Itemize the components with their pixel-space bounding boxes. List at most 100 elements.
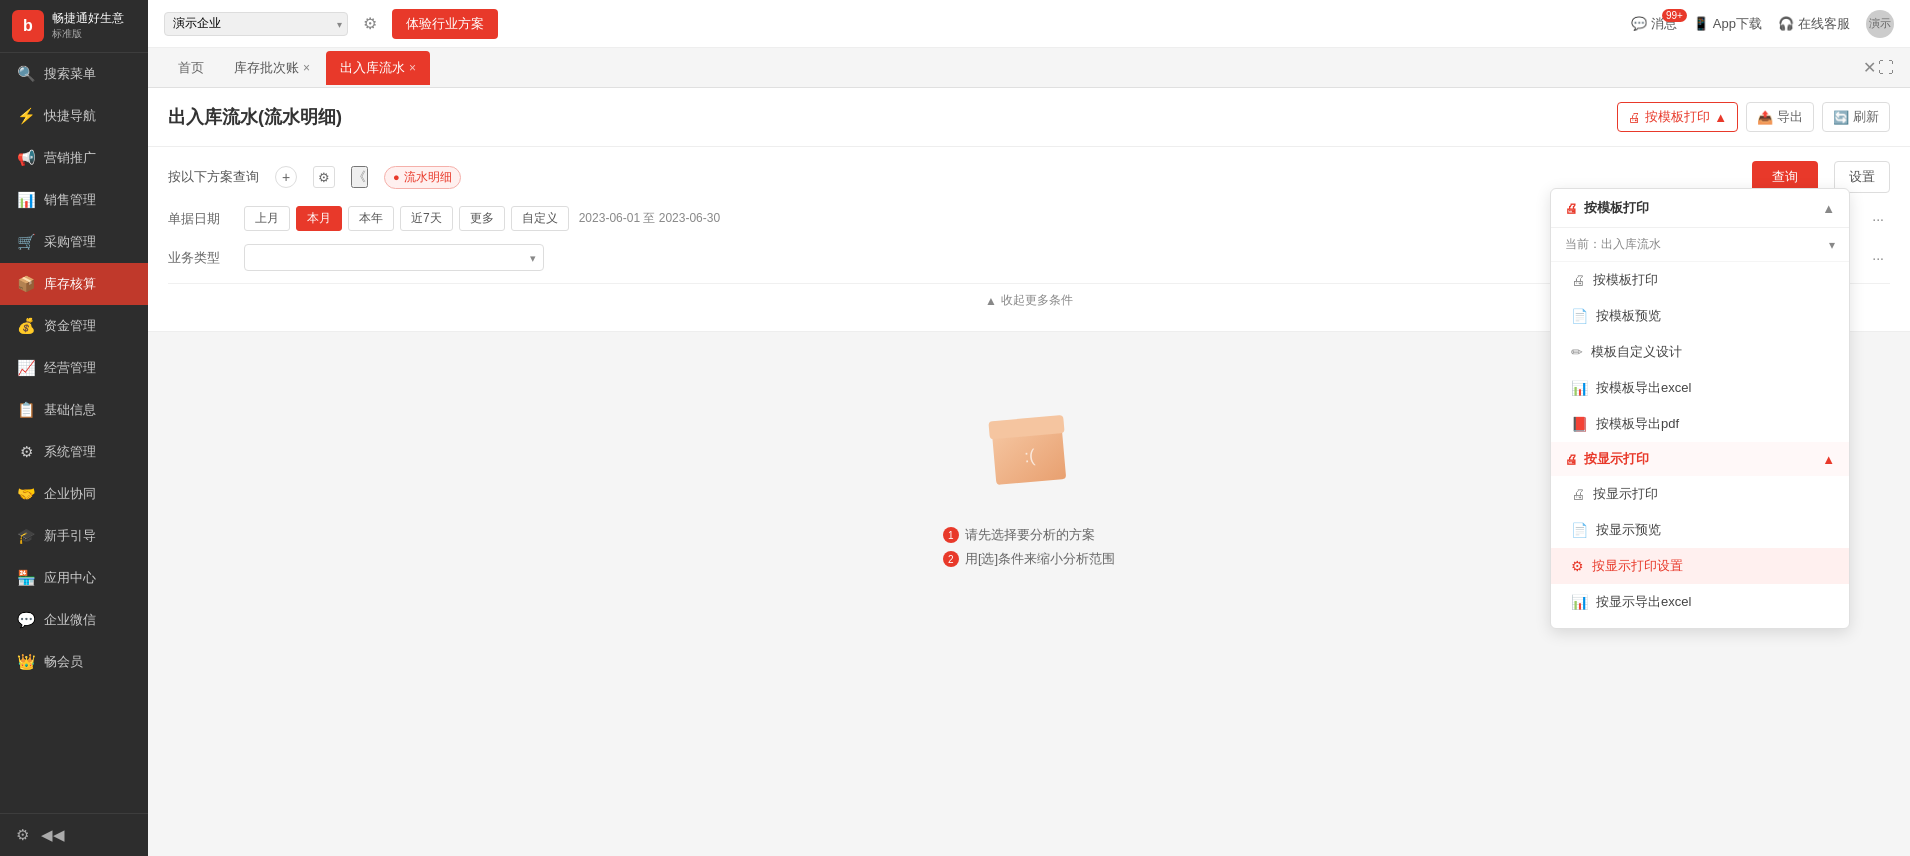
date-this-year[interactable]: 本年 (348, 206, 394, 231)
template-preview-icon: 📄 (1571, 308, 1588, 324)
collapse-sidebar-icon[interactable]: ◀◀ (41, 826, 65, 844)
dropdown-template-preview[interactable]: 📄 按模板预览 (1551, 298, 1849, 334)
tab-inventory-batch-close[interactable]: × (303, 61, 310, 75)
sidebar-item-member[interactable]: 👑 畅会员 (0, 641, 148, 683)
dropdown-scrollable: 当前：出入库流水 ▾ 🖨 按模板打印 📄 按模板预览 ✏ 模板自定义设计 📊 (1551, 228, 1849, 628)
dropdown-template-custom[interactable]: ✏ 模板自定义设计 (1551, 334, 1849, 370)
sidebar-item-cooperation[interactable]: 🤝 企业协同 (0, 473, 148, 515)
sidebar-item-sales[interactable]: 📊 销售管理 (0, 179, 148, 221)
sidebar-item-label: 搜索菜单 (44, 65, 96, 83)
empty-state: :( 1 请先选择要分析的方案 2 用[选]条件来缩小分析范围 (943, 390, 1115, 574)
date-last-month[interactable]: 上月 (244, 206, 290, 231)
sidebar-item-basic[interactable]: 📋 基础信息 (0, 389, 148, 431)
sidebar-item-marketing[interactable]: 📢 营销推广 (0, 137, 148, 179)
message-button[interactable]: 💬 消息 99+ (1631, 15, 1677, 33)
tab-flow[interactable]: 出入库流水 × (326, 51, 430, 85)
message-badge: 99+ (1662, 9, 1687, 22)
sidebar-item-search-menu[interactable]: 🔍 搜索菜单 (0, 53, 148, 95)
app-download-button[interactable]: 📱 App下载 (1693, 15, 1762, 33)
step-1-number: 1 (943, 527, 959, 543)
dropdown-sub-header[interactable]: 当前：出入库流水 ▾ (1551, 228, 1849, 262)
company-selector[interactable]: 演示企业 (164, 12, 348, 36)
page-area: 出入库流水(流水明细) 🖨 按模板打印 ▲ 📤 导出 🔄 刷新 (148, 88, 1910, 856)
dropdown-template-pdf[interactable]: 📕 按模板导出pdf (1551, 406, 1849, 442)
display-preview-icon: 📄 (1571, 522, 1588, 538)
sidebar-item-guide[interactable]: 🎓 新手引导 (0, 515, 148, 557)
empty-steps: 1 请先选择要分析的方案 2 用[选]条件来缩小分析范围 (943, 526, 1115, 568)
date-last-7-days[interactable]: 近7天 (400, 206, 453, 231)
display-section-chevron: ▲ (1822, 452, 1835, 467)
business-type-label: 业务类型 (168, 249, 228, 267)
refresh-label: 刷新 (1853, 108, 1879, 126)
sidebar-item-label: 采购管理 (44, 233, 96, 251)
tab-inventory-batch[interactable]: 库存批次账 × (220, 51, 324, 85)
dropdown-display-print[interactable]: 🖨 按显示打印 (1551, 476, 1849, 512)
chevron-up-icon: ▲ (1714, 110, 1727, 125)
page-title-bar: 出入库流水(流水明细) 🖨 按模板打印 ▲ 📤 导出 🔄 刷新 (148, 88, 1910, 147)
app-center-icon: 🏪 (16, 569, 36, 587)
export-icon: 📤 (1757, 110, 1773, 125)
window-expand-button[interactable]: ⛶ (1878, 59, 1894, 77)
sidebar-item-purchase[interactable]: 🛒 采购管理 (0, 221, 148, 263)
warehouse-more[interactable]: ··· (1866, 250, 1890, 266)
dropdown-header-chevron[interactable]: ▲ (1822, 201, 1835, 216)
template-print-button[interactable]: 🖨 按模板打印 ▲ (1617, 102, 1738, 132)
sidebar-item-quick-nav[interactable]: ⚡ 快捷导航 (0, 95, 148, 137)
display-print-icon: 🖨 (1571, 486, 1585, 502)
sidebar: b 畅捷通好生意 标准版 🔍 搜索菜单 ⚡ 快捷导航 📢 营销推广 📊 销售管理… (0, 0, 148, 856)
app-download-label: App下载 (1713, 15, 1762, 33)
sidebar-item-label: 企业微信 (44, 611, 96, 629)
system-icon: ⚙ (16, 443, 36, 461)
wechat-icon: 💬 (16, 611, 36, 629)
voucher-type-more[interactable]: ··· (1866, 211, 1890, 227)
business-type-select[interactable] (244, 244, 544, 271)
sidebar-item-system[interactable]: ⚙ 系统管理 (0, 431, 148, 473)
export-button[interactable]: 📤 导出 (1746, 102, 1814, 132)
trial-button[interactable]: 体验行业方案 (392, 9, 498, 39)
dropdown-display-excel[interactable]: 📊 按显示导出excel (1551, 584, 1849, 620)
filter-section-label: 按以下方案查询 (168, 168, 259, 186)
user-avatar[interactable]: 演示 (1866, 10, 1894, 38)
chevron-up-small-icon: ▲ (985, 294, 997, 308)
display-excel-icon: 📊 (1571, 594, 1588, 610)
app-version: 标准版 (52, 27, 124, 41)
filter-config-button[interactable]: ⚙ (313, 166, 335, 188)
dropdown-title: 按模板打印 (1584, 199, 1649, 217)
template-custom-label: 模板自定义设计 (1591, 343, 1682, 361)
dropdown-display-print-settings[interactable]: ⚙ 按显示打印设置 (1551, 548, 1849, 584)
dropdown-display-section[interactable]: 🖨 按显示打印 ▲ (1551, 442, 1849, 476)
refresh-button[interactable]: 🔄 刷新 (1822, 102, 1890, 132)
dropdown-template-print[interactable]: 🖨 按模板打印 (1551, 262, 1849, 298)
tab-flow-close[interactable]: × (409, 61, 416, 75)
date-custom[interactable]: 自定义 (511, 206, 569, 231)
dropdown-display-pdf[interactable]: 📕 按显示导出pdf (1551, 620, 1849, 628)
export-label: 导出 (1777, 108, 1803, 126)
date-more[interactable]: 更多 (459, 206, 505, 231)
date-this-month[interactable]: 本月 (296, 206, 342, 231)
window-close-button[interactable]: ✕ (1863, 58, 1876, 77)
filter-add-button[interactable]: + (275, 166, 297, 188)
sidebar-item-app-center[interactable]: 🏪 应用中心 (0, 557, 148, 599)
finance-icon: 💰 (16, 317, 36, 335)
topbar-gear-button[interactable]: ⚙ (356, 10, 384, 38)
date-filter-buttons: 上月 本月 本年 近7天 更多 自定义 2023-06-01 至 2023-06… (244, 206, 720, 231)
sidebar-item-finance[interactable]: 💰 资金管理 (0, 305, 148, 347)
inventory-icon: 📦 (16, 275, 36, 293)
sidebar-item-operation[interactable]: 📈 经营管理 (0, 347, 148, 389)
sidebar-item-inventory[interactable]: 📦 库存核算 (0, 263, 148, 305)
search-menu-icon: 🔍 (16, 65, 36, 83)
display-print-settings-icon: ⚙ (1571, 558, 1584, 574)
tab-home[interactable]: 首页 (164, 51, 218, 85)
user-select-wrap: 演示企业 (164, 12, 348, 36)
app-logo: b 畅捷通好生意 标准版 (0, 0, 148, 53)
sidebar-item-label: 系统管理 (44, 443, 96, 461)
dropdown-template-excel[interactable]: 📊 按模板导出excel (1551, 370, 1849, 406)
online-service-button[interactable]: 🎧 在线客服 (1778, 15, 1850, 33)
dropdown-display-preview[interactable]: 📄 按显示预览 (1551, 512, 1849, 548)
sidebar-item-label: 库存核算 (44, 275, 96, 293)
settings-bottom-icon[interactable]: ⚙ (16, 826, 29, 844)
sidebar-item-wechat[interactable]: 💬 企业微信 (0, 599, 148, 641)
current-template-chevron: ▾ (1829, 238, 1835, 252)
operation-icon: 📈 (16, 359, 36, 377)
filter-collapse-button[interactable]: 《 (351, 166, 368, 188)
